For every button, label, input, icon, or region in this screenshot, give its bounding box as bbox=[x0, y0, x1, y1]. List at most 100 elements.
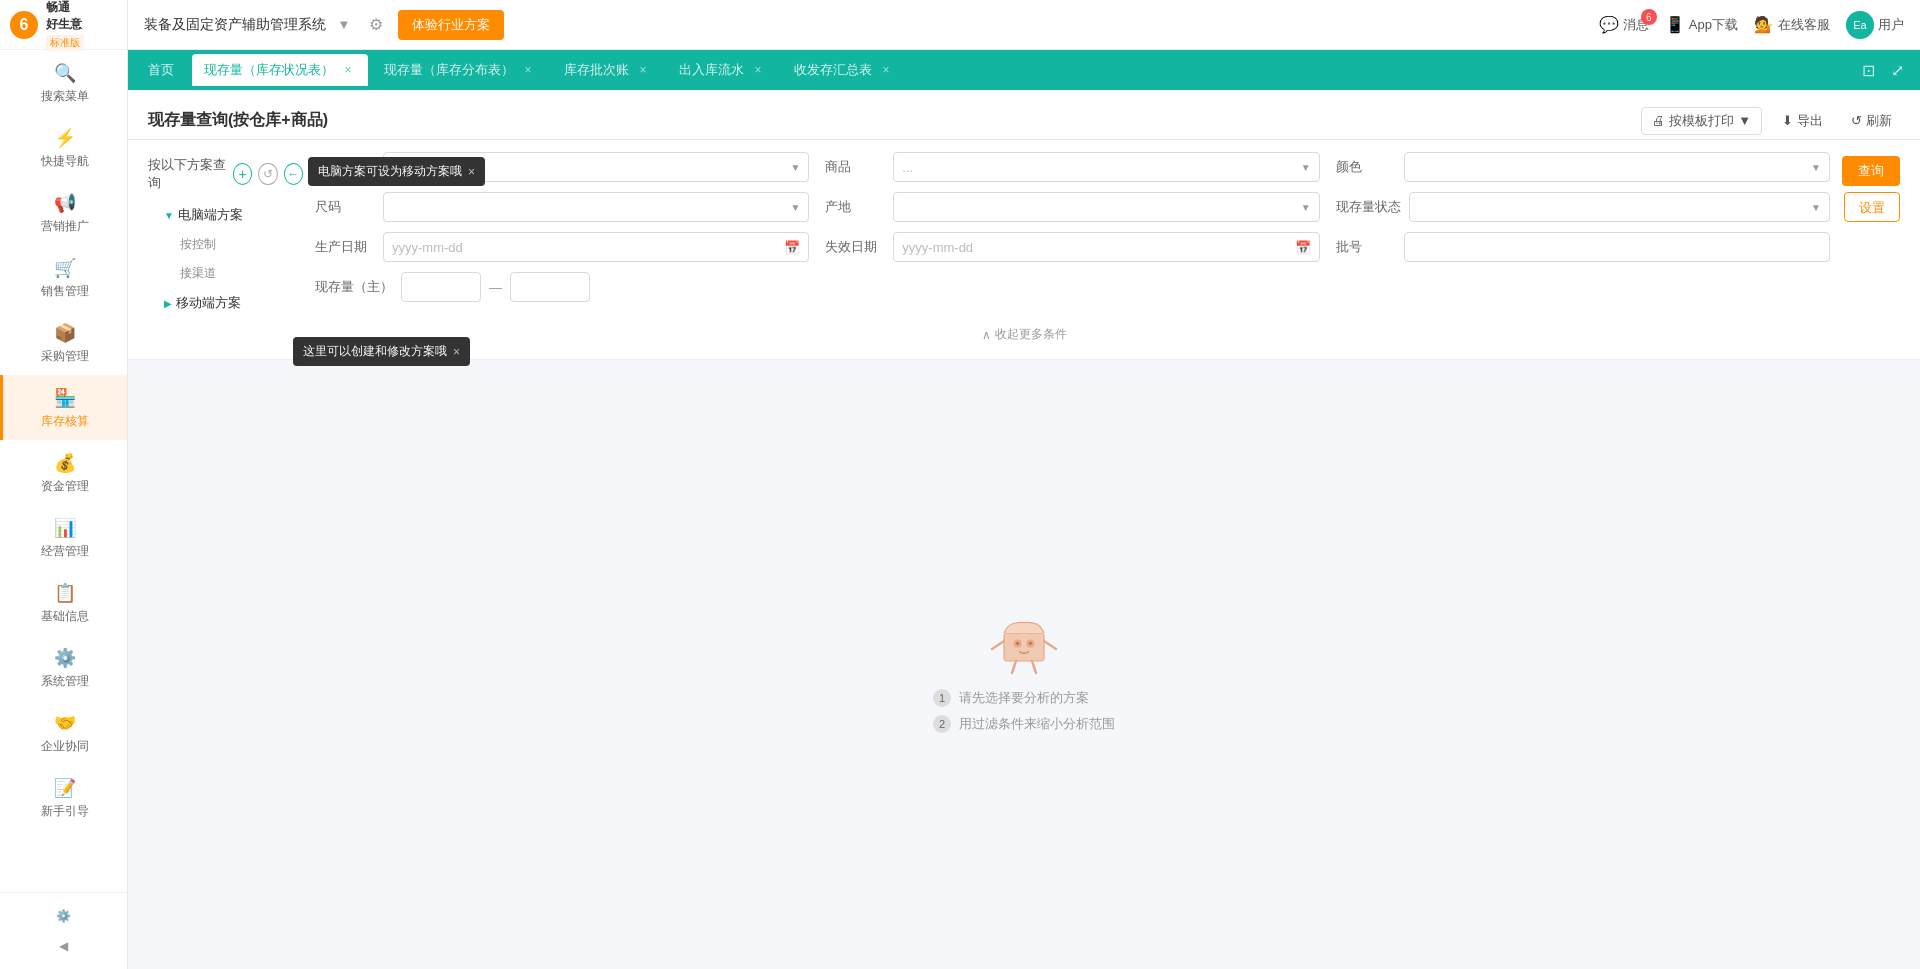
export-btn[interactable]: ⬇ 导出 bbox=[1774, 108, 1831, 134]
experience-btn[interactable]: 体验行业方案 bbox=[398, 10, 504, 40]
system-icon: ⚙️ bbox=[54, 647, 76, 669]
tab-inventory-dist[interactable]: 现存量（库存分布表） × bbox=[372, 54, 548, 86]
sidebar-item-quick-nav[interactable]: ⚡ 快捷导航 bbox=[0, 115, 127, 180]
origin-select[interactable]: ▼ bbox=[893, 192, 1319, 222]
goods-label: 商品 bbox=[825, 158, 885, 176]
goods-select[interactable]: ... ▼ bbox=[893, 152, 1319, 182]
mobile-scheme-item[interactable]: ▶ 移动端方案 bbox=[164, 288, 303, 318]
tooltip-close-btn[interactable]: × bbox=[468, 165, 475, 179]
sidebar-settings[interactable]: ⚙️ bbox=[0, 901, 127, 931]
tab-maximize-icon[interactable]: ⊡ bbox=[1858, 57, 1879, 84]
origin-arrow-icon: ▼ bbox=[1301, 202, 1311, 213]
sidebar-item-enterprise[interactable]: 🤝 企业协同 bbox=[0, 700, 127, 765]
print-label: 按模板打印 bbox=[1669, 112, 1734, 130]
header-settings-icon[interactable]: ⚙ bbox=[362, 11, 390, 39]
main-content: 装备及固定资产辅助管理系统 ▼ ⚙ 体验行业方案 💬 消息 6 📱 App下载 … bbox=[128, 0, 1920, 969]
origin-label: 产地 bbox=[825, 198, 885, 216]
desktop-scheme-item[interactable]: ▼ 电脑端方案 bbox=[164, 200, 303, 230]
online-service-action[interactable]: 💁 在线客服 bbox=[1754, 15, 1830, 34]
sidebar-item-inventory[interactable]: 🏪 库存核算 bbox=[0, 375, 127, 440]
sidebar-item-finance[interactable]: 💰 资金管理 bbox=[0, 440, 127, 505]
user-action[interactable]: Ea 用户 bbox=[1846, 11, 1904, 39]
stock-qty-separator: — bbox=[489, 280, 502, 295]
tab-close-icon[interactable]: × bbox=[520, 62, 536, 78]
add-scheme-btn[interactable]: + bbox=[233, 163, 252, 185]
stock-qty-min-input[interactable] bbox=[401, 272, 481, 302]
batch-input[interactable] bbox=[1404, 232, 1830, 262]
app-download-action[interactable]: 📱 App下载 bbox=[1665, 15, 1738, 34]
sidebar-item-guide[interactable]: 📝 新手引导 bbox=[0, 765, 127, 830]
tab-close-icon[interactable]: × bbox=[635, 62, 651, 78]
production-date-label: 生产日期 bbox=[315, 238, 375, 256]
tab-batch-account[interactable]: 库存批次账 × bbox=[552, 54, 663, 86]
enterprise-icon: 🤝 bbox=[54, 712, 76, 734]
sidebar-item-label: 营销推广 bbox=[41, 218, 89, 235]
production-date-placeholder: yyyy-mm-dd bbox=[392, 240, 463, 255]
scheme-child-2[interactable]: 接渠道 bbox=[180, 259, 303, 288]
color-select[interactable]: ▼ bbox=[1404, 152, 1830, 182]
empty-state: 1 请先选择要分析的方案 2 用过滤条件来缩小分析范围 bbox=[128, 360, 1920, 969]
filter-header: 按以下方案查询 + ↺ ← bbox=[148, 156, 303, 192]
logo-icon: 6 bbox=[8, 9, 40, 41]
message-action[interactable]: 💬 消息 6 bbox=[1599, 15, 1649, 34]
reset-scheme-btn[interactable]: ↺ bbox=[258, 163, 277, 185]
print-dropdown-icon: ▼ bbox=[1738, 113, 1751, 128]
production-date-input[interactable]: yyyy-mm-dd 📅 bbox=[383, 232, 809, 262]
scheme-child-1[interactable]: 按控制 bbox=[180, 230, 303, 259]
message-badge: 6 bbox=[1641, 9, 1657, 25]
sidebar-item-operations[interactable]: 📊 经营管理 bbox=[0, 505, 127, 570]
sidebar-logo: 6 畅通 好生意 标准版 bbox=[0, 0, 127, 50]
guide-icon: 📝 bbox=[54, 777, 76, 799]
sidebar-collapse[interactable]: ◀ bbox=[0, 931, 127, 961]
search-btn[interactable]: 查询 bbox=[1842, 156, 1900, 186]
filter-label: 按以下方案查询 bbox=[148, 156, 227, 192]
goods-filter: 商品 ... ▼ bbox=[825, 152, 1319, 182]
page-content: 现存量查询(按仓库+商品) 🖨 按模板打印 ▼ ⬇ 导出 ↺ 刷新 bbox=[128, 90, 1920, 969]
logo-text: 畅通 好生意 bbox=[46, 0, 84, 33]
tab-close-icon[interactable]: × bbox=[750, 62, 766, 78]
tip-num-1: 1 bbox=[933, 689, 951, 707]
logo-sub: 标准版 bbox=[46, 35, 84, 51]
stock-status-select[interactable]: ▼ bbox=[1409, 192, 1830, 222]
system-dropdown-btn[interactable]: ▼ bbox=[334, 15, 354, 35]
scheme-arrow-btn[interactable]: ← bbox=[284, 163, 303, 185]
print-icon: 🖨 bbox=[1652, 113, 1665, 128]
scheme-tooltip-1: 电脑方案可设为移动方案哦 × bbox=[308, 157, 485, 186]
tab-close-icon[interactable]: × bbox=[340, 62, 356, 78]
stock-status-arrow-icon: ▼ bbox=[1811, 202, 1821, 213]
batch-label: 批号 bbox=[1336, 238, 1396, 256]
sidebar-item-search[interactable]: 🔍 搜索菜单 bbox=[0, 50, 127, 115]
sidebar-bottom: ⚙️ ◀ bbox=[0, 892, 127, 969]
stock-qty-max-input[interactable] bbox=[510, 272, 590, 302]
svg-line-10 bbox=[1032, 661, 1036, 673]
expiry-date-input[interactable]: yyyy-mm-dd 📅 bbox=[893, 232, 1319, 262]
search-icon: 🔍 bbox=[54, 62, 76, 84]
tooltip-close-btn-2[interactable]: × bbox=[453, 345, 460, 359]
tab-inventory-status[interactable]: 现存量（库存状况表） × bbox=[192, 54, 368, 86]
scheme-tooltip-text: 电脑方案可设为移动方案哦 bbox=[318, 163, 462, 180]
sidebar-item-system[interactable]: ⚙️ 系统管理 bbox=[0, 635, 127, 700]
tab-receive-summary[interactable]: 收发存汇总表 × bbox=[782, 54, 906, 86]
tab-close-icon[interactable]: × bbox=[878, 62, 894, 78]
refresh-label: 刷新 bbox=[1866, 112, 1892, 130]
print-btn[interactable]: 🖨 按模板打印 ▼ bbox=[1641, 107, 1762, 135]
sidebar-item-basic-info[interactable]: 📋 基础信息 bbox=[0, 570, 127, 635]
tab-fullscreen-icon[interactable]: ⤢ bbox=[1887, 57, 1908, 84]
svg-text:6: 6 bbox=[20, 16, 29, 33]
refresh-btn[interactable]: ↺ 刷新 bbox=[1843, 108, 1900, 134]
sidebar-item-purchase[interactable]: 📦 采购管理 bbox=[0, 310, 127, 375]
empty-tips: 1 请先选择要分析的方案 2 用过滤条件来缩小分析范围 bbox=[933, 689, 1115, 733]
size-filter: 尺码 ▼ bbox=[315, 192, 809, 222]
calendar-icon-2: 📅 bbox=[1295, 240, 1311, 255]
tab-home[interactable]: 首页 bbox=[132, 54, 190, 86]
tree-arrow-icon: ▶ bbox=[164, 298, 172, 309]
size-select[interactable]: ▼ bbox=[383, 192, 809, 222]
sidebar-item-marketing[interactable]: 📢 营销推广 bbox=[0, 180, 127, 245]
online-service-label: 在线客服 bbox=[1778, 16, 1830, 34]
reset-btn[interactable]: 设置 bbox=[1844, 192, 1900, 222]
tab-inout-flow[interactable]: 出入库流水 × bbox=[667, 54, 778, 86]
tab-bar: 首页 现存量（库存状况表） × 现存量（库存分布表） × 库存批次账 × 出入库… bbox=[128, 50, 1920, 90]
sidebar-item-sales[interactable]: 🛒 销售管理 bbox=[0, 245, 127, 310]
app-download-label: App下载 bbox=[1689, 16, 1738, 34]
svg-point-6 bbox=[1029, 641, 1032, 644]
